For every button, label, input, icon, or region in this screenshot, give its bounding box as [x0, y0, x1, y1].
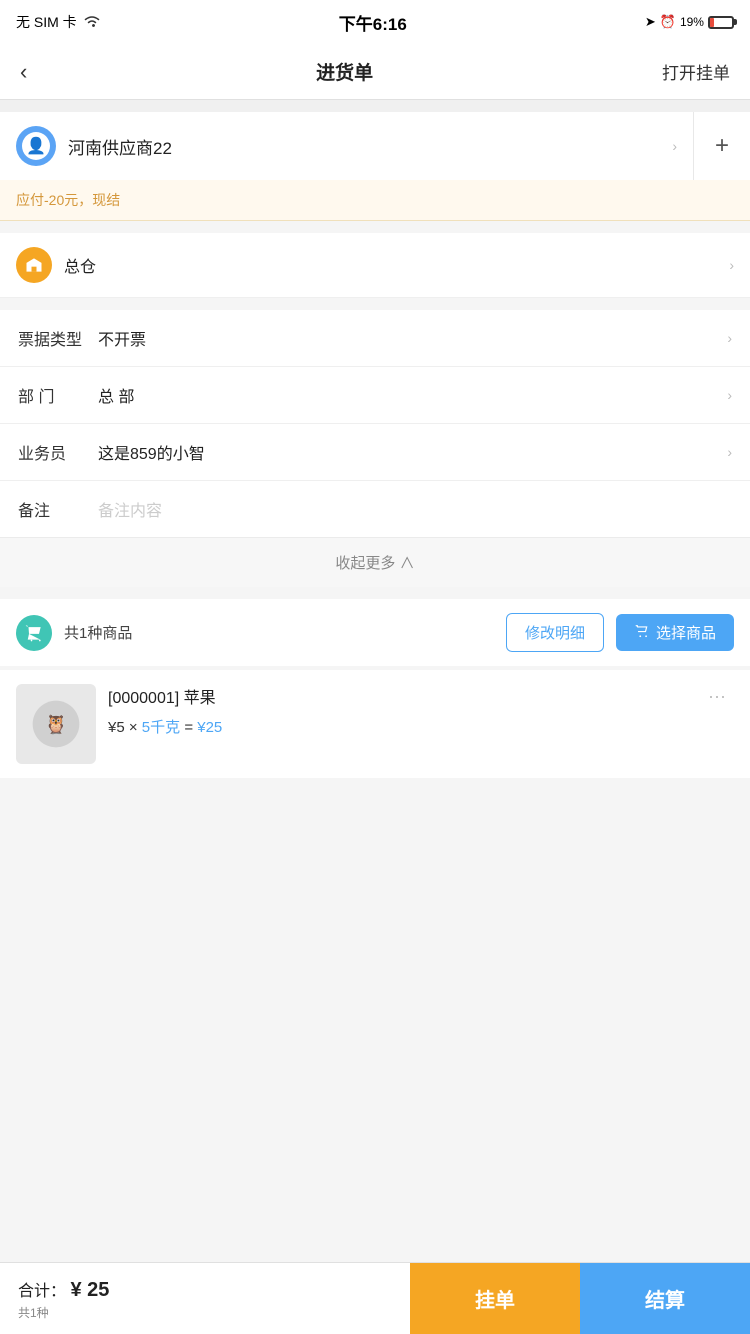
product-info: [0000001] 苹果 ¥5 × 5千克 = ¥25 [108, 684, 688, 737]
form-section: 票据类型 不开票 › 部 门 总 部 › 业务员 这是859的小智 › 备注 备… [0, 310, 750, 537]
avatar-inner: 👤 [22, 132, 50, 160]
total-label: 合计： [18, 1283, 66, 1300]
carrier-text: 无 SIM 卡 [16, 12, 77, 32]
remark-label: 备注 [18, 497, 98, 521]
edit-detail-button[interactable]: 修改明细 [506, 613, 604, 652]
warehouse-chevron-icon: › [729, 257, 734, 273]
salesperson-value: 这是859的小智 [98, 440, 727, 464]
product-total: ¥25 [197, 719, 222, 736]
product-thumbnail: 🦉 [16, 684, 96, 764]
supplier-chevron-icon: › [672, 138, 677, 154]
section-divider-1 [0, 100, 750, 112]
salesperson-row[interactable]: 业务员 这是859的小智 › [0, 424, 750, 481]
product-title: [0000001] 苹果 [108, 684, 688, 708]
salesperson-label: 业务员 [18, 440, 98, 464]
notice-bar: 应付-20元，现结 [0, 180, 750, 221]
supplier-name: 河南供应商22 [68, 134, 672, 159]
select-product-label: 选择商品 [656, 622, 716, 643]
open-hang-button[interactable]: 打开挂单 [662, 59, 730, 84]
department-row[interactable]: 部 门 总 部 › [0, 367, 750, 424]
status-bar: 无 SIM 卡 下午6:16 ➤ ⏰ 19% [0, 0, 750, 44]
price-unit: ¥5 [108, 719, 125, 736]
department-value: 总 部 [98, 383, 727, 407]
collapse-button[interactable]: 收起更多 ∧ [0, 537, 750, 587]
product-count-icon [16, 615, 52, 651]
salesperson-chevron-icon: › [727, 444, 732, 460]
svg-text:🦉: 🦉 [45, 714, 68, 736]
location-icon: ➤ [645, 14, 656, 30]
product-price: ¥5 × 5千克 = ¥25 [108, 716, 688, 737]
warehouse-selector[interactable]: 总仓 › [0, 233, 750, 298]
price-equals: = [184, 719, 197, 736]
price-multiply: × [129, 719, 142, 736]
department-chevron-icon: › [727, 387, 732, 403]
alarm-icon: ⏰ [660, 14, 676, 30]
wifi-icon [83, 14, 101, 31]
status-right-icons: ➤ ⏰ 19% [645, 14, 734, 30]
nav-bar: ‹ 进货单 打开挂单 [0, 44, 750, 100]
supplier-section: 👤 河南供应商22 › + [0, 112, 750, 180]
total-sub: 共1种 [18, 1304, 392, 1321]
warehouse-icon [16, 247, 52, 283]
invoice-type-chevron-icon: › [727, 330, 732, 346]
battery-fill [710, 18, 714, 27]
product-code: [0000001] [108, 690, 179, 707]
warehouse-name: 总仓 [64, 253, 729, 277]
product-name: 苹果 [184, 690, 216, 707]
total-section: 合计： ¥ 25 共1种 [0, 1263, 410, 1334]
select-product-button[interactable]: 选择商品 [616, 614, 734, 651]
back-button[interactable]: ‹ [20, 59, 27, 85]
battery-icon [708, 16, 734, 29]
remark-row[interactable]: 备注 备注内容 [0, 481, 750, 537]
checkout-button[interactable]: 结算 [580, 1263, 750, 1334]
invoice-type-label: 票据类型 [18, 326, 98, 350]
supplier-selector[interactable]: 👤 河南供应商22 › [0, 112, 694, 180]
cart-icon [634, 624, 650, 642]
bottom-bar: 合计： ¥ 25 共1种 挂单 结算 [0, 1262, 750, 1334]
hang-button[interactable]: 挂单 [410, 1263, 580, 1334]
total-amount: ¥ 25 [70, 1279, 109, 1301]
product-card: 🦉 [0000001] 苹果 ¥5 × 5千克 = ¥25 ··· [0, 670, 750, 778]
product-more-button[interactable]: ··· [700, 684, 734, 709]
remark-value[interactable]: 备注内容 [98, 497, 732, 521]
battery-percent: 19% [680, 15, 704, 29]
page-title: 进货单 [316, 58, 373, 85]
product-header: 共1种商品 修改明细 选择商品 [0, 599, 750, 666]
supplier-add-button[interactable]: + [694, 112, 750, 180]
status-time: 下午6:16 [339, 10, 407, 35]
supplier-avatar: 👤 [16, 126, 56, 166]
status-carrier: 无 SIM 卡 [16, 12, 101, 32]
invoice-type-row[interactable]: 票据类型 不开票 › [0, 310, 750, 367]
department-label: 部 门 [18, 383, 98, 407]
product-qty: 5千克 [142, 719, 180, 736]
invoice-type-value: 不开票 [98, 326, 727, 350]
product-count-text: 共1种商品 [64, 622, 494, 643]
total-main: 合计： ¥ 25 [18, 1277, 392, 1302]
avatar-person-icon: 👤 [26, 136, 46, 156]
